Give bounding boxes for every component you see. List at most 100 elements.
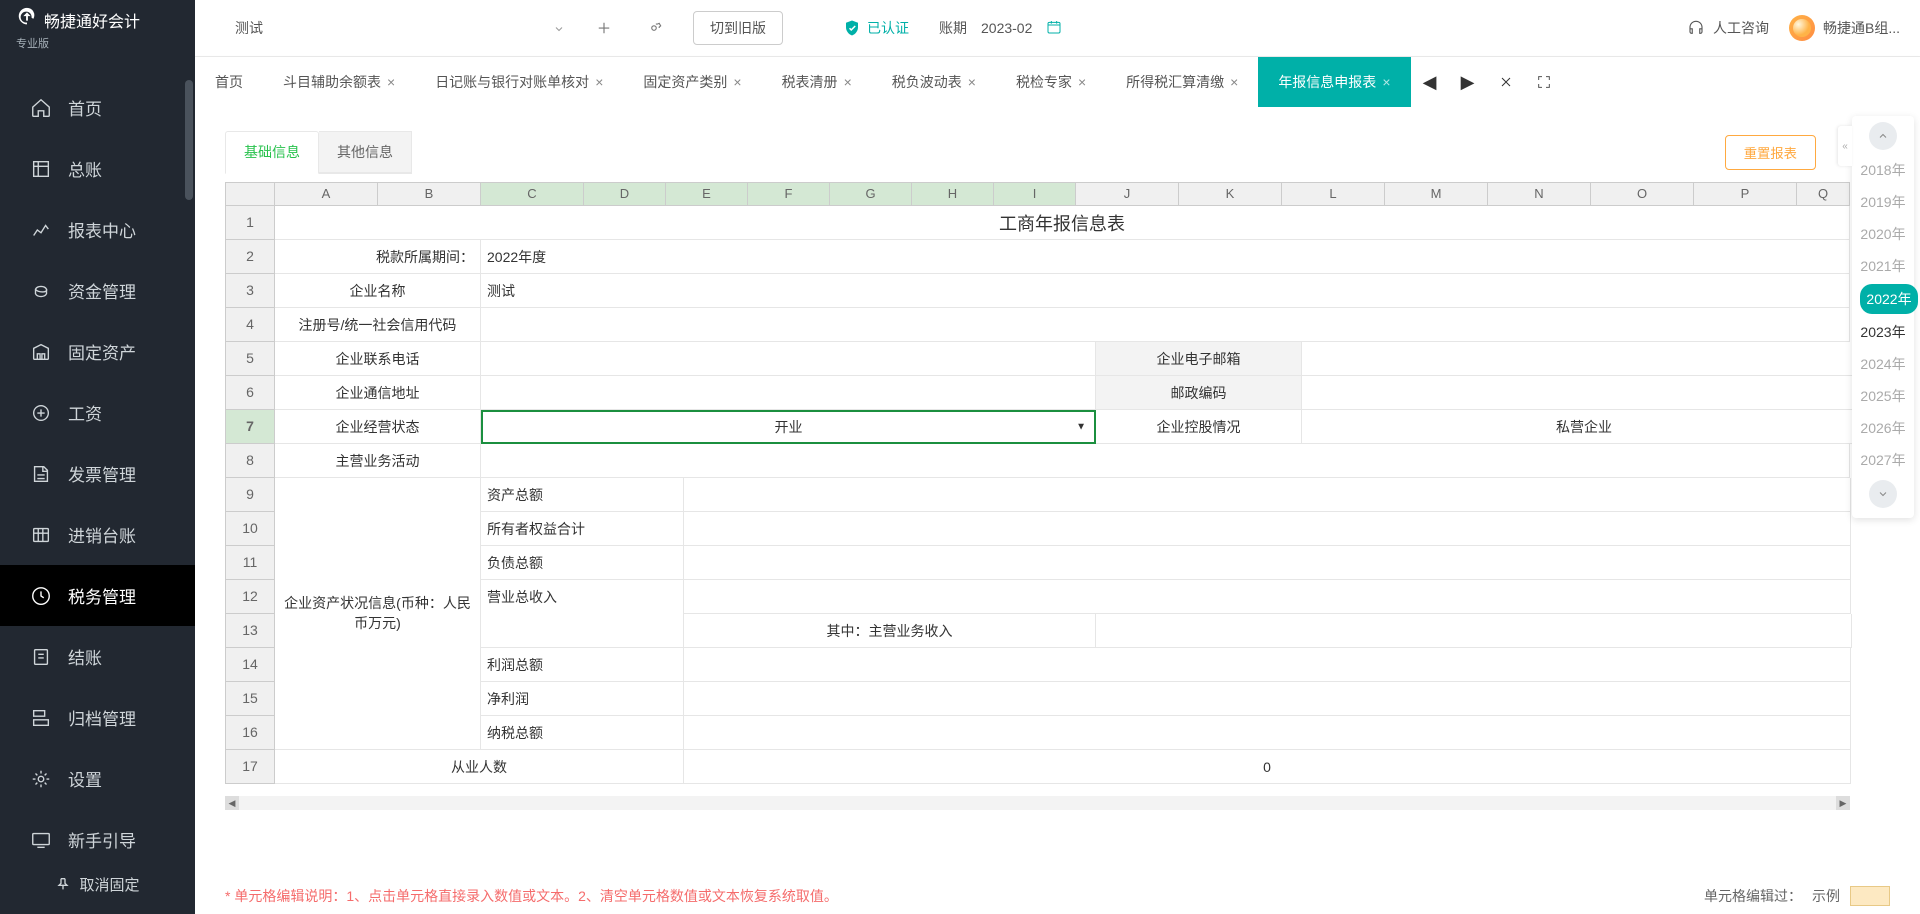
tab-0[interactable]: 首页 bbox=[195, 57, 263, 107]
cell[interactable] bbox=[684, 716, 1851, 750]
tab-close-icon[interactable]: × bbox=[968, 74, 976, 90]
fullscreen-icon[interactable] bbox=[1525, 57, 1563, 107]
cell[interactable]: 从业人数 bbox=[275, 750, 684, 784]
subtab-basic[interactable]: 基础信息 bbox=[225, 131, 319, 174]
cell[interactable] bbox=[684, 648, 1851, 682]
calendar-icon[interactable] bbox=[1046, 19, 1062, 38]
cell[interactable] bbox=[684, 682, 1851, 716]
user-menu[interactable]: 畅捷通B组... bbox=[1789, 15, 1900, 41]
tab-8[interactable]: 年报信息申报表× bbox=[1258, 57, 1410, 107]
cell[interactable]: 其中：主营业务收入 bbox=[684, 614, 1096, 648]
cell[interactable] bbox=[481, 308, 1850, 342]
year-2026年[interactable]: 2026年 bbox=[1854, 412, 1911, 444]
cell[interactable] bbox=[684, 478, 1851, 512]
cell[interactable] bbox=[1096, 614, 1852, 648]
year-2023年[interactable]: 2023年 bbox=[1854, 316, 1911, 348]
row-header-11[interactable]: 11 bbox=[225, 546, 275, 580]
row-header-6[interactable]: 6 bbox=[225, 376, 275, 410]
year-2019年[interactable]: 2019年 bbox=[1854, 186, 1911, 218]
sidebar-scrollbar[interactable] bbox=[185, 80, 193, 200]
cell[interactable]: 邮政编码 bbox=[1096, 376, 1302, 410]
row-header-1[interactable]: 1 bbox=[225, 206, 275, 240]
nav-7[interactable]: 进销台账 bbox=[0, 504, 195, 565]
year-2027年[interactable]: 2027年 bbox=[1854, 444, 1911, 476]
row-header-9[interactable]: 9 bbox=[225, 478, 275, 512]
row-header-12[interactable]: 12 bbox=[225, 580, 275, 614]
switch-old-button[interactable]: 切到旧版 bbox=[693, 11, 783, 45]
col-header-M[interactable]: M bbox=[1385, 182, 1488, 206]
period-value[interactable]: 2023-02 bbox=[981, 20, 1032, 36]
cell[interactable] bbox=[481, 376, 1096, 410]
cell[interactable]: 主营业务活动 bbox=[275, 444, 481, 478]
cell[interactable]: 企业联系电话 bbox=[275, 342, 481, 376]
row-header-15[interactable]: 15 bbox=[225, 682, 275, 716]
year-2021年[interactable]: 2021年 bbox=[1854, 250, 1911, 282]
nav-5[interactable]: 工资 bbox=[0, 382, 195, 443]
cell[interactable] bbox=[684, 546, 1851, 580]
cell[interactable]: 纳税总额 bbox=[481, 716, 684, 750]
reset-button[interactable]: 重置报表 bbox=[1725, 135, 1816, 170]
tab-5[interactable]: 税负波动表× bbox=[872, 57, 996, 107]
nav-6[interactable]: 发票管理 bbox=[0, 443, 195, 504]
cell[interactable]: 0 bbox=[684, 750, 1851, 784]
col-header-C[interactable]: C bbox=[481, 182, 584, 206]
col-header-P[interactable]: P bbox=[1694, 182, 1797, 206]
col-header-O[interactable]: O bbox=[1591, 182, 1694, 206]
nav-11[interactable]: 设置 bbox=[0, 748, 195, 809]
cell[interactable]: 私营企业 bbox=[1302, 410, 1867, 444]
year-2018年[interactable]: 2018年 bbox=[1854, 154, 1911, 186]
select-all-cell[interactable] bbox=[225, 182, 275, 206]
cell[interactable]: 注册号/统一社会信用代码 bbox=[275, 308, 481, 342]
cell[interactable] bbox=[684, 580, 1851, 614]
nav-9[interactable]: 结账 bbox=[0, 626, 195, 687]
row-header-2[interactable]: 2 bbox=[225, 240, 275, 274]
cell[interactable]: 营业总收入 bbox=[481, 580, 684, 614]
cell[interactable]: 测试 bbox=[481, 274, 1850, 308]
cell[interactable]: 2022年度 bbox=[481, 240, 1850, 274]
account-selector[interactable]: 测试 bbox=[235, 10, 565, 46]
nav-4[interactable]: 固定资产 bbox=[0, 321, 195, 382]
col-header-D[interactable]: D bbox=[584, 182, 666, 206]
year-2020年[interactable]: 2020年 bbox=[1854, 218, 1911, 250]
sheet-h-scrollbar[interactable]: ◀ ▶ bbox=[225, 796, 1850, 810]
row-header-7[interactable]: 7 bbox=[225, 410, 275, 444]
tab-prev-icon[interactable]: ◀ bbox=[1411, 57, 1449, 107]
year-collapse-icon[interactable]: « bbox=[1838, 126, 1852, 166]
nav-10[interactable]: 归档管理 bbox=[0, 687, 195, 748]
tab-2[interactable]: 日记账与银行对账单核对× bbox=[415, 57, 623, 107]
row-header-5[interactable]: 5 bbox=[225, 342, 275, 376]
cell[interactable] bbox=[1302, 376, 1867, 410]
row-header-13[interactable]: 13 bbox=[225, 614, 275, 648]
cell[interactable]: 企业控股情况 bbox=[1096, 410, 1302, 444]
cell[interactable]: 企业经营状态 bbox=[275, 410, 481, 444]
cell[interactable]: 税款所属期间： bbox=[275, 240, 481, 274]
nav-8[interactable]: 税务管理 bbox=[0, 565, 195, 626]
cell[interactable] bbox=[481, 342, 1096, 376]
cell[interactable] bbox=[481, 444, 1850, 478]
tab-close-icon[interactable]: × bbox=[844, 74, 852, 90]
unpin-sidebar[interactable]: 取消固定 bbox=[0, 864, 195, 904]
col-header-E[interactable]: E bbox=[666, 182, 748, 206]
cell[interactable]: 净利润 bbox=[481, 682, 684, 716]
col-header-J[interactable]: J bbox=[1076, 182, 1179, 206]
gear-icon[interactable] bbox=[643, 17, 665, 39]
row-header-10[interactable]: 10 bbox=[225, 512, 275, 546]
year-up-icon[interactable] bbox=[1869, 122, 1897, 150]
col-header-G[interactable]: G bbox=[830, 182, 912, 206]
cell[interactable]: 企业通信地址 bbox=[275, 376, 481, 410]
col-header-B[interactable]: B bbox=[378, 182, 481, 206]
year-2025年[interactable]: 2025年 bbox=[1854, 380, 1911, 412]
tab-close-icon[interactable]: × bbox=[595, 74, 603, 90]
tab-3[interactable]: 固定资产类别× bbox=[623, 57, 761, 107]
cell[interactable] bbox=[684, 512, 1851, 546]
tab-4[interactable]: 税表清册× bbox=[762, 57, 872, 107]
tab-7[interactable]: 所得税汇算清缴× bbox=[1106, 57, 1258, 107]
cell[interactable]: 企业电子邮箱 bbox=[1096, 342, 1302, 376]
scroll-left-icon[interactable]: ◀ bbox=[225, 796, 239, 810]
year-down-icon[interactable] bbox=[1869, 480, 1897, 508]
consult-button[interactable]: 人工咨询 bbox=[1687, 18, 1769, 38]
cell[interactable]: 利润总额 bbox=[481, 648, 684, 682]
tab-close-icon[interactable]: × bbox=[1230, 74, 1238, 90]
col-header-N[interactable]: N bbox=[1488, 182, 1591, 206]
tab-1[interactable]: 斗目辅助余额表× bbox=[263, 57, 415, 107]
